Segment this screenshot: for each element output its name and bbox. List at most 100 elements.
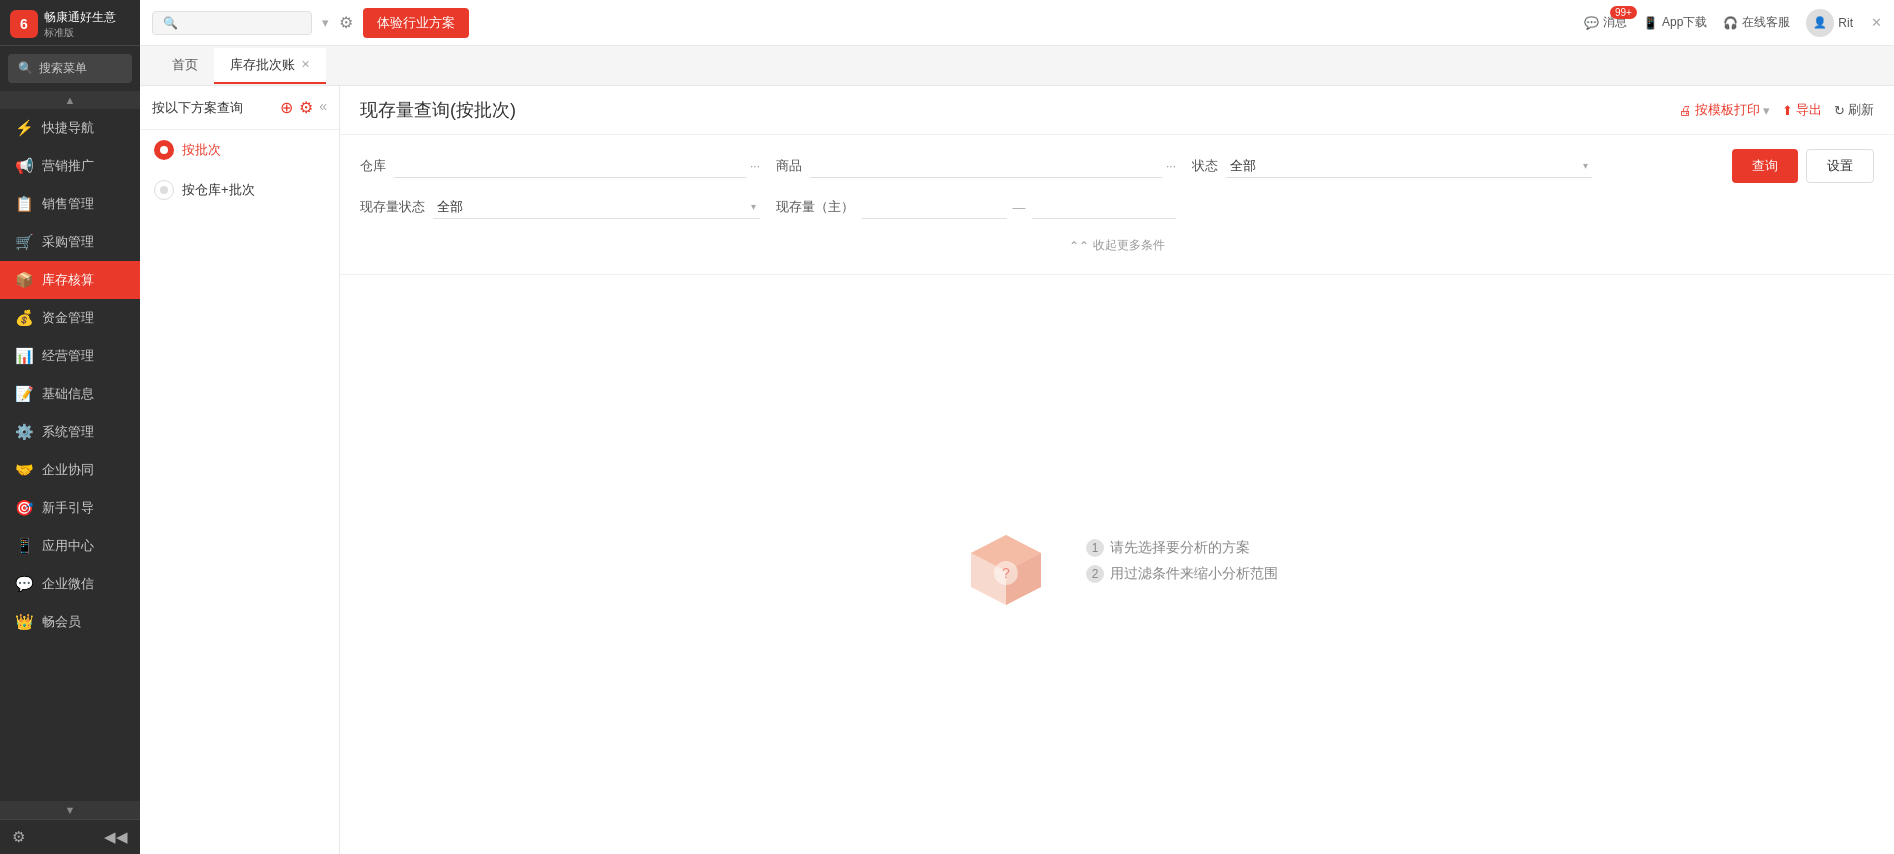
tabbar: 首页 库存批次账 ✕ [140, 46, 1894, 86]
app-download-action[interactable]: 📱 App下载 [1643, 14, 1707, 31]
status-select-wrapper: 全部 正常 停用 ▾ [1226, 154, 1592, 178]
inventory-amount-from[interactable] [862, 195, 1007, 219]
topbar-search[interactable]: 🔍 [152, 11, 312, 35]
empty-content: ? 请先选择要分析的方案 用过滤条件来缩小分析范围 [956, 515, 1278, 615]
sidebar: 6 畅康通好生意 标准版 🔍 搜索菜单 ▲ ⚡ 快捷导航 📢 营销推广 📋 销售… [0, 0, 140, 854]
scroll-down-btn[interactable]: ▼ [0, 801, 140, 819]
product-input[interactable] [810, 154, 1162, 178]
sidebar-item-basic[interactable]: 📝 基础信息 [0, 375, 140, 413]
basic-icon: 📝 [14, 385, 34, 403]
tab-inventory-batch[interactable]: 库存批次账 ✕ [214, 48, 326, 84]
sidebar-item-system[interactable]: ⚙️ 系统管理 [0, 413, 140, 451]
sidebar-item-marketing[interactable]: 📢 营销推广 [0, 147, 140, 185]
sidebar-item-sales[interactable]: 📋 销售管理 [0, 185, 140, 223]
refresh-action[interactable]: ↻ 刷新 [1834, 101, 1874, 119]
operations-icon: 📊 [14, 347, 34, 365]
filter-area: 仓库 ··· 商品 ··· 状态 [340, 135, 1894, 275]
sidebar-item-newbie[interactable]: 🎯 新手引导 [0, 489, 140, 527]
sidebar-item-label: 企业微信 [42, 575, 94, 593]
sidebar-item-label: 快捷导航 [42, 119, 94, 137]
topbar-dropdown-icon[interactable]: ▾ [322, 15, 329, 30]
warehouse-more-icon[interactable]: ··· [750, 159, 760, 173]
system-icon: ⚙️ [14, 423, 34, 441]
page-header: 现存量查询(按批次) 🖨 按模板打印 ▾ ⬆ 导出 ↻ 刷新 [340, 86, 1894, 135]
sidebar-item-label: 新手引导 [42, 499, 94, 517]
print-label: 按模板打印 [1695, 101, 1760, 119]
quick-nav-icon: ⚡ [14, 119, 34, 137]
sidebar-item-label: 资金管理 [42, 309, 94, 327]
sidebar-item-finance[interactable]: 💰 资金管理 [0, 299, 140, 337]
user-profile[interactable]: 👤 Rit [1806, 9, 1853, 37]
svg-text:?: ? [1002, 565, 1010, 581]
status-select[interactable]: 全部 正常 停用 [1226, 154, 1592, 177]
sidebar-item-label: 采购管理 [42, 233, 94, 251]
topbar-close-icon[interactable]: ✕ [1871, 15, 1882, 30]
vip-icon: 👑 [14, 613, 34, 631]
page-content: 按以下方案查询 ⊕ ⚙ « 按批次 按仓库+批次 [140, 86, 1894, 854]
refresh-icon: ↻ [1834, 103, 1845, 118]
scroll-up-btn[interactable]: ▲ [0, 91, 140, 109]
query-button[interactable]: 查询 [1732, 149, 1798, 183]
enterprise-icon: 🤝 [14, 461, 34, 479]
sidebar-item-quick-nav[interactable]: ⚡ 快捷导航 [0, 109, 140, 147]
newbie-icon: 🎯 [14, 499, 34, 517]
collapse-sidebar-icon[interactable]: ◀◀ [104, 828, 128, 846]
tip-1: 请先选择要分析的方案 [1086, 539, 1278, 557]
inventory-amount-to[interactable] [1032, 195, 1177, 219]
status-label: 状态 [1192, 157, 1218, 175]
sales-icon: 📋 [14, 195, 34, 213]
tab-close-icon[interactable]: ✕ [301, 58, 310, 71]
scheme-label: 按批次 [182, 141, 221, 159]
scheme-label: 按仓库+批次 [182, 181, 255, 199]
scheme-item-by-warehouse-batch[interactable]: 按仓库+批次 [140, 170, 339, 210]
sidebar-item-vip[interactable]: 👑 畅会员 [0, 603, 140, 641]
settings-button[interactable]: 设置 [1806, 149, 1874, 183]
topbar-actions: 💬 消息 99+ 📱 App下载 🎧 在线客服 👤 Rit [1584, 9, 1853, 37]
sidebar-item-label: 经营管理 [42, 347, 94, 365]
sidebar-item-enterprise[interactable]: 🤝 企业协同 [0, 451, 140, 489]
topbar-settings-icon[interactable]: ⚙ [339, 13, 353, 32]
inventory-status-filter: 现存量状态 全部 ▾ [360, 195, 760, 219]
print-action[interactable]: 🖨 按模板打印 ▾ [1679, 101, 1770, 119]
messages-action[interactable]: 💬 消息 99+ [1584, 14, 1627, 31]
sidebar-item-purchase[interactable]: 🛒 采购管理 [0, 223, 140, 261]
print-dropdown-icon[interactable]: ▾ [1763, 103, 1770, 118]
warehouse-input[interactable] [394, 154, 746, 178]
tab-home[interactable]: 首页 [156, 48, 214, 84]
svg-point-1 [160, 186, 168, 194]
sidebar-item-operations[interactable]: 📊 经营管理 [0, 337, 140, 375]
export-label: 导出 [1796, 101, 1822, 119]
sidebar-footer: ⚙ ◀◀ [0, 819, 140, 854]
app-download-label: App下载 [1662, 14, 1707, 31]
avatar: 👤 [1806, 9, 1834, 37]
right-content: 现存量查询(按批次) 🖨 按模板打印 ▾ ⬆ 导出 ↻ 刷新 [340, 86, 1894, 854]
sidebar-search[interactable]: 🔍 搜索菜单 [8, 54, 132, 83]
experience-btn[interactable]: 体验行业方案 [363, 8, 469, 38]
inventory-amount-label: 现存量（主） [776, 198, 854, 216]
sidebar-item-wechat[interactable]: 💬 企业微信 [0, 565, 140, 603]
product-more-icon[interactable]: ··· [1166, 159, 1176, 173]
print-icon: 🖨 [1679, 103, 1692, 118]
export-action[interactable]: ⬆ 导出 [1782, 101, 1822, 119]
online-service-label: 在线客服 [1742, 14, 1790, 31]
wechat-icon: 💬 [14, 575, 34, 593]
collapse-panel-icon[interactable]: « [319, 98, 327, 117]
sidebar-item-inventory[interactable]: 📦 库存核算 [0, 261, 140, 299]
messages-badge: 99+ [1610, 6, 1637, 19]
scheme-item-by-batch[interactable]: 按批次 [140, 130, 339, 170]
inventory-status-select[interactable]: 全部 [433, 195, 760, 218]
sidebar-item-label: 企业协同 [42, 461, 94, 479]
sidebar-item-label: 畅会员 [42, 613, 81, 631]
online-service-action[interactable]: 🎧 在线客服 [1723, 14, 1790, 31]
collapse-more[interactable]: ⌃⌃ 收起更多条件 [360, 231, 1874, 260]
purchase-icon: 🛒 [14, 233, 34, 251]
service-icon: 🎧 [1723, 16, 1738, 30]
left-panel-header-actions: ⊕ ⚙ « [280, 98, 327, 117]
appstore-icon: 📱 [14, 537, 34, 555]
sidebar-item-appstore[interactable]: 📱 应用中心 [0, 527, 140, 565]
add-scheme-icon[interactable]: ⊕ [280, 98, 293, 117]
collapse-label: 收起更多条件 [1093, 237, 1165, 254]
scheme-settings-icon[interactable]: ⚙ [299, 98, 313, 117]
settings-icon[interactable]: ⚙ [12, 828, 25, 846]
tab-inventory-batch-label: 库存批次账 [230, 56, 295, 74]
